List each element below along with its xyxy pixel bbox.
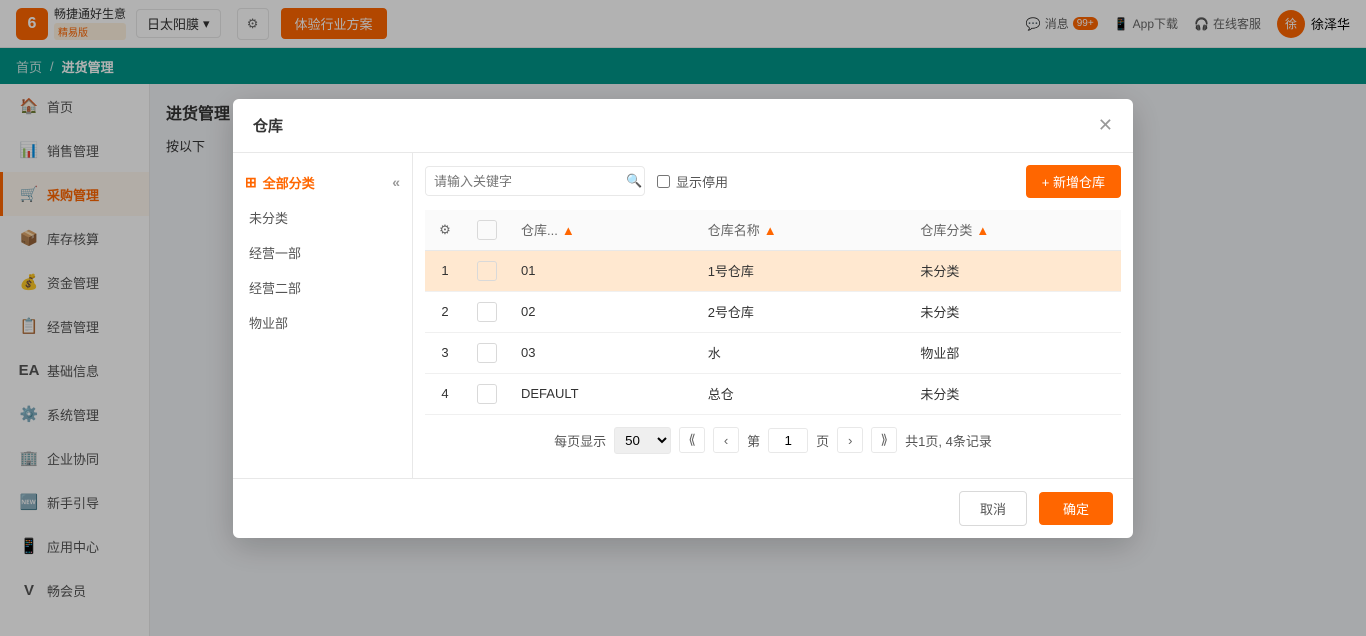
show-disabled-label: 显示停用 — [676, 172, 728, 191]
dialog-body: ⊞ 全部分类 « 未分类 经营一部 经营二部 物业部 🔍 — [233, 153, 1133, 478]
table-panel: 🔍 显示停用 + 新增仓库 ⚙ — [413, 153, 1133, 478]
confirm-button[interactable]: 确定 — [1039, 492, 1113, 525]
row-category-1: 未分类 — [908, 250, 1121, 291]
page-num-label: 第 — [747, 431, 760, 450]
first-page-button[interactable]: ⟪ — [679, 427, 705, 453]
dialog-title: 仓库 — [253, 115, 283, 136]
show-disabled-option[interactable]: 显示停用 — [657, 172, 728, 191]
per-page-label: 每页显示 — [554, 431, 606, 450]
total-info: 共1页, 4条记录 — [905, 431, 992, 450]
row-code-1: 01 — [509, 250, 696, 291]
row-num-4: 4 — [425, 373, 465, 414]
row-check-2[interactable] — [465, 291, 509, 332]
all-categories-item[interactable]: ⊞ 全部分类 « — [233, 165, 412, 200]
table-row[interactable]: 3 03 水 物业部 — [425, 332, 1121, 373]
dialog-close-button[interactable]: ✕ — [1098, 115, 1113, 136]
collapse-button[interactable]: « — [392, 174, 400, 190]
add-warehouse-button[interactable]: + 新增仓库 — [1026, 165, 1121, 198]
sort-code-icon: ▲ — [562, 223, 575, 238]
row-name-1: 1号仓库 — [696, 250, 909, 291]
row-check-4[interactable] — [465, 373, 509, 414]
category-item-ops1[interactable]: 经营一部 — [233, 235, 412, 270]
page-unit: 页 — [816, 431, 829, 450]
warehouse-dialog: 仓库 ✕ ⊞ 全部分类 « 未分类 经营一部 经营二部 物业部 — [233, 99, 1133, 538]
row-code-4: DEFAULT — [509, 373, 696, 414]
row-num-2: 2 — [425, 291, 465, 332]
all-categories-label: 全部分类 — [263, 173, 315, 192]
last-page-button[interactable]: ⟫ — [871, 427, 897, 453]
col-checkbox — [465, 210, 509, 251]
category-item-unclassified[interactable]: 未分类 — [233, 200, 412, 235]
row-category-3: 物业部 — [908, 332, 1121, 373]
warehouse-table: ⚙ 仓库...▲ 仓库名称▲ 仓库分类▲ — [425, 210, 1121, 415]
pagination: 每页显示 50 100 ⟪ ‹ 第 页 › ⟫ 共1页, 4条记录 — [425, 415, 1121, 466]
search-input[interactable] — [426, 168, 618, 195]
table-toolbar: 🔍 显示停用 + 新增仓库 — [425, 165, 1121, 198]
search-box: 🔍 — [425, 166, 645, 196]
search-icon[interactable]: 🔍 — [618, 167, 645, 195]
row-category-2: 未分类 — [908, 291, 1121, 332]
col-category: 仓库分类▲ — [908, 210, 1121, 251]
row-num-3: 3 — [425, 332, 465, 373]
table-row[interactable]: 4 DEFAULT 总仓 未分类 — [425, 373, 1121, 414]
cancel-button[interactable]: 取消 — [959, 491, 1027, 526]
row-code-3: 03 — [509, 332, 696, 373]
sort-name-icon: ▲ — [764, 223, 777, 238]
row-name-3: 水 — [696, 332, 909, 373]
per-page-select[interactable]: 50 100 — [614, 427, 671, 454]
table-header: ⚙ 仓库...▲ 仓库名称▲ 仓库分类▲ — [425, 210, 1121, 251]
prev-page-button[interactable]: ‹ — [713, 427, 739, 453]
row-check-3[interactable] — [465, 332, 509, 373]
grid-icon: ⊞ — [245, 174, 257, 191]
sort-cat-icon: ▲ — [976, 223, 989, 238]
table-container: ⚙ 仓库...▲ 仓库名称▲ 仓库分类▲ — [425, 210, 1121, 415]
col-code: 仓库...▲ — [509, 210, 696, 251]
row-code-2: 02 — [509, 291, 696, 332]
row-check-1[interactable] — [465, 250, 509, 291]
col-name: 仓库名称▲ — [696, 210, 909, 251]
table-row[interactable]: 2 02 2号仓库 未分类 — [425, 291, 1121, 332]
table-row[interactable]: 1 01 1号仓库 未分类 — [425, 250, 1121, 291]
overlay: 仓库 ✕ ⊞ 全部分类 « 未分类 经营一部 经营二部 物业部 — [0, 0, 1366, 636]
next-page-button[interactable]: › — [837, 427, 863, 453]
table-body: 1 01 1号仓库 未分类 2 02 2号仓库 — [425, 250, 1121, 414]
row-name-2: 2号仓库 — [696, 291, 909, 332]
dialog-footer: 取消 确定 — [233, 478, 1133, 538]
dialog-header: 仓库 ✕ — [233, 99, 1133, 153]
row-name-4: 总仓 — [696, 373, 909, 414]
category-item-ops2[interactable]: 经营二部 — [233, 270, 412, 305]
page-number-input[interactable] — [768, 428, 808, 453]
category-item-property[interactable]: 物业部 — [233, 305, 412, 340]
category-panel: ⊞ 全部分类 « 未分类 经营一部 经营二部 物业部 — [233, 153, 413, 478]
row-category-4: 未分类 — [908, 373, 1121, 414]
row-num-1: 1 — [425, 250, 465, 291]
col-settings: ⚙ — [425, 210, 465, 251]
show-disabled-checkbox[interactable] — [657, 175, 670, 188]
